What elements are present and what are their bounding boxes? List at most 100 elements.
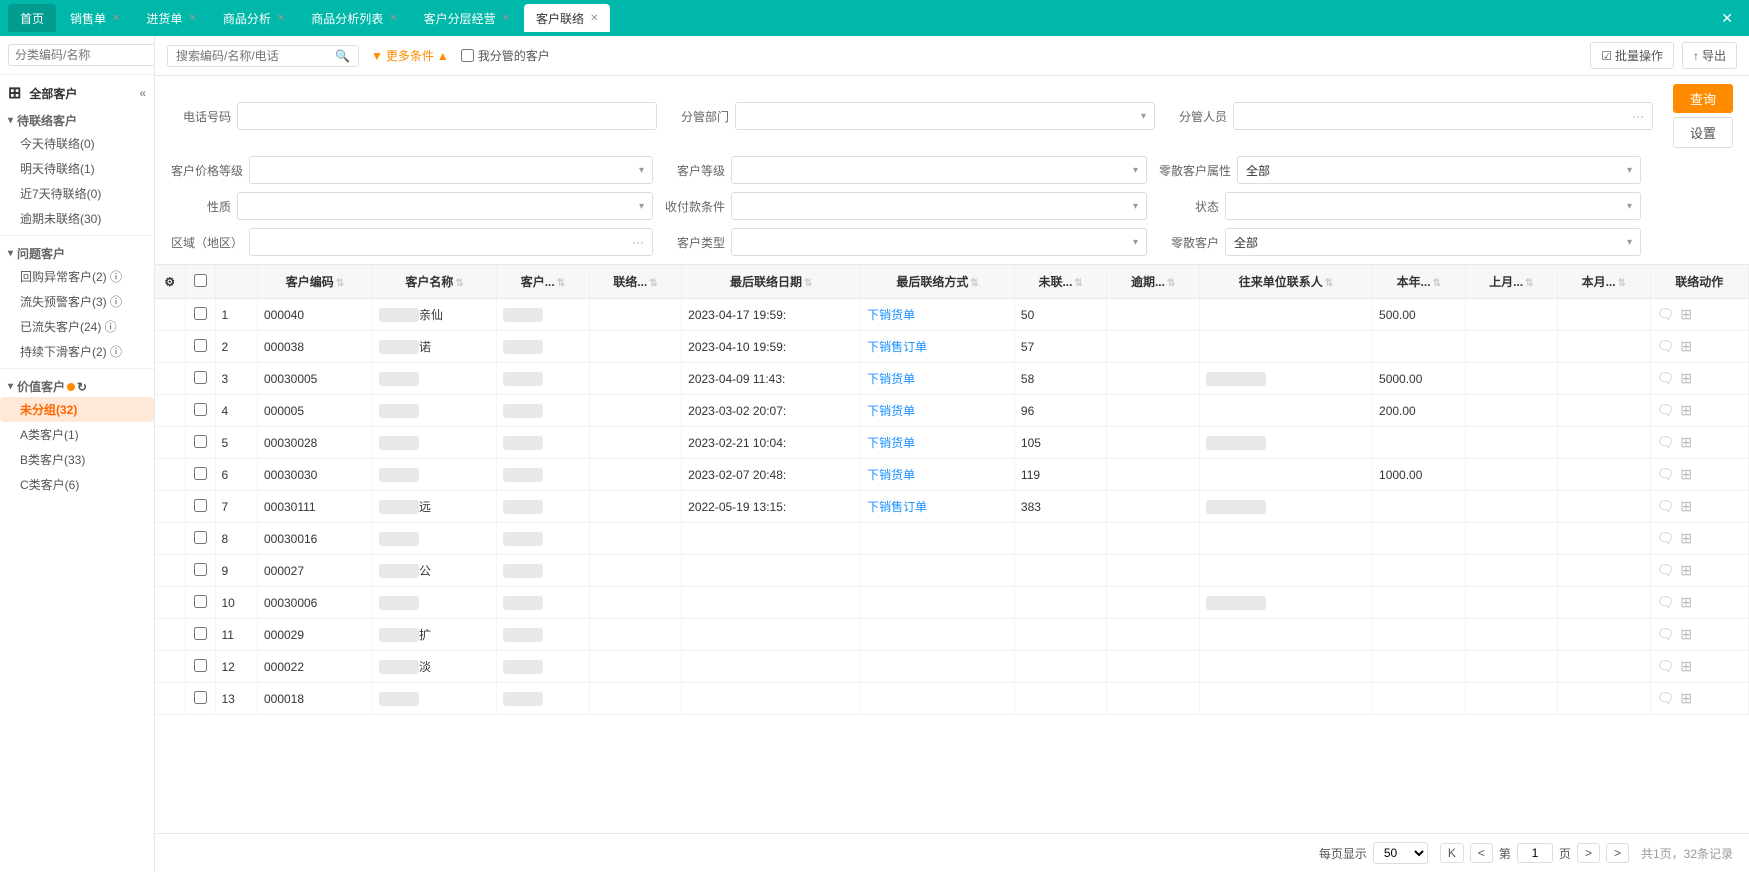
row-checkbox[interactable] bbox=[185, 587, 215, 619]
filter-status-select[interactable]: ▾ bbox=[1225, 192, 1641, 220]
filter-sparse-attr-select[interactable]: 全部 ▾ bbox=[1237, 156, 1641, 184]
row-checkbox[interactable] bbox=[185, 459, 215, 491]
action-message-icon[interactable]: 🗨 bbox=[1657, 626, 1675, 643]
next-page-btn[interactable]: > bbox=[1577, 843, 1600, 863]
tab-purchase[interactable]: 进货单 ✕ bbox=[134, 4, 208, 32]
th-gear[interactable]: ⚙ bbox=[155, 265, 185, 299]
tab-customer-segment[interactable]: 客户分层经营 ✕ bbox=[412, 4, 522, 32]
action-message-icon[interactable]: 🗨 bbox=[1657, 562, 1675, 579]
action-grid-icon[interactable]: ⊞ bbox=[1680, 690, 1692, 707]
action-message-icon[interactable]: 🗨 bbox=[1657, 306, 1675, 323]
page-number-input[interactable] bbox=[1517, 843, 1553, 863]
tab-goods-analysis-list[interactable]: 商品分析列表 ✕ bbox=[299, 4, 409, 32]
action-grid-icon[interactable]: ⊞ bbox=[1680, 402, 1692, 419]
filter-search-icon[interactable]: 🔍 bbox=[335, 49, 350, 63]
tab-goods-analysis[interactable]: 商品分析 ✕ bbox=[211, 4, 297, 32]
tab-sales[interactable]: 销售单 ✕ bbox=[58, 4, 132, 32]
action-message-icon[interactable]: 🗨 bbox=[1657, 498, 1675, 515]
row-checkbox[interactable] bbox=[185, 299, 215, 331]
th-last-contact-method[interactable]: 最后联络方式⇅ bbox=[861, 265, 1015, 299]
all-customers-header[interactable]: ⊞ 全部客户 « bbox=[0, 75, 154, 107]
action-message-icon[interactable]: 🗨 bbox=[1657, 594, 1675, 611]
dots-icon[interactable]: ··· bbox=[1632, 109, 1644, 123]
action-grid-icon[interactable]: ⊞ bbox=[1680, 562, 1692, 579]
action-message-icon[interactable]: 🗨 bbox=[1657, 658, 1675, 675]
filter-phone-input[interactable] bbox=[237, 102, 657, 130]
my-customer-checkbox[interactable] bbox=[461, 49, 474, 62]
tab-sales-close[interactable]: ✕ bbox=[112, 13, 120, 24]
action-grid-icon[interactable]: ⊞ bbox=[1680, 626, 1692, 643]
filter-search-input[interactable] bbox=[176, 49, 331, 63]
action-grid-icon[interactable]: ⊞ bbox=[1680, 530, 1692, 547]
select-all-checkbox[interactable] bbox=[194, 274, 207, 287]
sidebar-item-abnormal[interactable]: 回购异常客户(2) ⓘ bbox=[0, 264, 154, 289]
th-customer-code[interactable]: 客户编码⇅ bbox=[257, 265, 372, 299]
my-customer-toggle[interactable]: 我分管的客户 bbox=[461, 47, 550, 64]
th-this-month[interactable]: 本月...⇅ bbox=[1558, 265, 1651, 299]
sidebar-item-today[interactable]: 今天待联络(0) bbox=[0, 131, 154, 156]
action-grid-icon[interactable]: ⊞ bbox=[1680, 338, 1692, 355]
th-last-contact-date[interactable]: 最后联络日期⇅ bbox=[682, 265, 861, 299]
page-size-select[interactable]: 50 100 200 bbox=[1373, 842, 1428, 864]
filter-customer-type-select[interactable]: ▾ bbox=[731, 228, 1147, 256]
row-checkbox[interactable] bbox=[185, 651, 215, 683]
action-grid-icon[interactable]: ⊞ bbox=[1680, 594, 1692, 611]
filter-price-level-select[interactable]: ▾ bbox=[249, 156, 653, 184]
sidebar-group-problem[interactable]: 问题客户 bbox=[0, 240, 154, 264]
tab-goods-analysis-close[interactable]: ✕ bbox=[277, 13, 285, 24]
action-grid-icon[interactable]: ⊞ bbox=[1680, 306, 1692, 323]
reset-button[interactable]: 设置 bbox=[1673, 117, 1733, 148]
th-customer-type[interactable]: 客户...⇅ bbox=[497, 265, 590, 299]
dots-icon-2[interactable]: ··· bbox=[632, 235, 644, 249]
filter-nature-select[interactable]: ▾ bbox=[237, 192, 653, 220]
sidebar-collapse-btn[interactable]: « bbox=[139, 86, 146, 100]
th-uncontacted[interactable]: 未联...⇅ bbox=[1014, 265, 1107, 299]
sidebar-item-overdue[interactable]: 逾期未联络(30) bbox=[0, 206, 154, 231]
sidebar-item-b-class[interactable]: B类客户(33) bbox=[0, 447, 154, 472]
sidebar-item-churn-risk[interactable]: 流失预警客户(3) ⓘ bbox=[0, 289, 154, 314]
batch-ops-button[interactable]: ☑ 批量操作 bbox=[1590, 42, 1674, 69]
filter-region-select[interactable]: ··· bbox=[249, 228, 653, 256]
row-checkbox[interactable] bbox=[185, 683, 215, 715]
sidebar-item-week[interactable]: 近7天待联络(0) bbox=[0, 181, 154, 206]
tab-home[interactable]: 首页 bbox=[8, 4, 56, 32]
tab-goods-analysis-list-close[interactable]: ✕ bbox=[389, 13, 397, 24]
tab-customer-contact[interactable]: 客户联络 ✕ bbox=[524, 4, 610, 32]
more-conditions-btn[interactable]: ▼ 更多条件 ▲ bbox=[371, 47, 449, 64]
sidebar-group-pending[interactable]: 待联络客户 bbox=[0, 107, 154, 131]
sidebar-item-c-class[interactable]: C类客户(6) bbox=[0, 472, 154, 497]
tab-customer-contact-close[interactable]: ✕ bbox=[590, 13, 598, 24]
first-page-btn[interactable]: K bbox=[1440, 843, 1464, 863]
filter-dept-select[interactable]: ▾ bbox=[735, 102, 1155, 130]
filter-sparse-customer-select[interactable]: 全部 ▾ bbox=[1225, 228, 1641, 256]
th-contact[interactable]: 联络...⇅ bbox=[589, 265, 682, 299]
prev-page-btn[interactable]: < bbox=[1470, 843, 1493, 863]
sidebar-item-lost[interactable]: 已流失客户(24) ⓘ bbox=[0, 314, 154, 339]
action-message-icon[interactable]: 🗨 bbox=[1657, 690, 1675, 707]
action-message-icon[interactable]: 🗨 bbox=[1657, 466, 1675, 483]
th-this-year[interactable]: 本年...⇅ bbox=[1373, 265, 1466, 299]
tab-purchase-close[interactable]: ✕ bbox=[188, 13, 196, 24]
row-checkbox[interactable] bbox=[185, 491, 215, 523]
row-checkbox[interactable] bbox=[185, 363, 215, 395]
action-message-icon[interactable]: 🗨 bbox=[1657, 530, 1675, 547]
row-checkbox[interactable] bbox=[185, 331, 215, 363]
action-message-icon[interactable]: 🗨 bbox=[1657, 402, 1675, 419]
action-message-icon[interactable]: 🗨 bbox=[1657, 338, 1675, 355]
sidebar-item-a-class[interactable]: A类客户(1) bbox=[0, 422, 154, 447]
refresh-icon[interactable]: ↻ bbox=[77, 380, 87, 394]
window-close-button[interactable]: ✕ bbox=[1713, 10, 1741, 27]
action-grid-icon[interactable]: ⊞ bbox=[1680, 498, 1692, 515]
action-grid-icon[interactable]: ⊞ bbox=[1680, 434, 1692, 451]
action-grid-icon[interactable]: ⊞ bbox=[1680, 658, 1692, 675]
sidebar-item-tomorrow[interactable]: 明天待联络(1) bbox=[0, 156, 154, 181]
filter-manager-select[interactable]: ··· bbox=[1233, 102, 1653, 130]
sidebar-group-value[interactable]: 价值客户 ↻ bbox=[0, 373, 154, 397]
th-checkbox[interactable] bbox=[185, 265, 215, 299]
th-customer-name[interactable]: 客户名称⇅ bbox=[373, 265, 497, 299]
action-message-icon[interactable]: 🗨 bbox=[1657, 434, 1675, 451]
row-checkbox[interactable] bbox=[185, 523, 215, 555]
row-checkbox[interactable] bbox=[185, 555, 215, 587]
th-contact-person[interactable]: 往来单位联系人⇅ bbox=[1199, 265, 1372, 299]
th-overdue[interactable]: 逾期...⇅ bbox=[1107, 265, 1200, 299]
